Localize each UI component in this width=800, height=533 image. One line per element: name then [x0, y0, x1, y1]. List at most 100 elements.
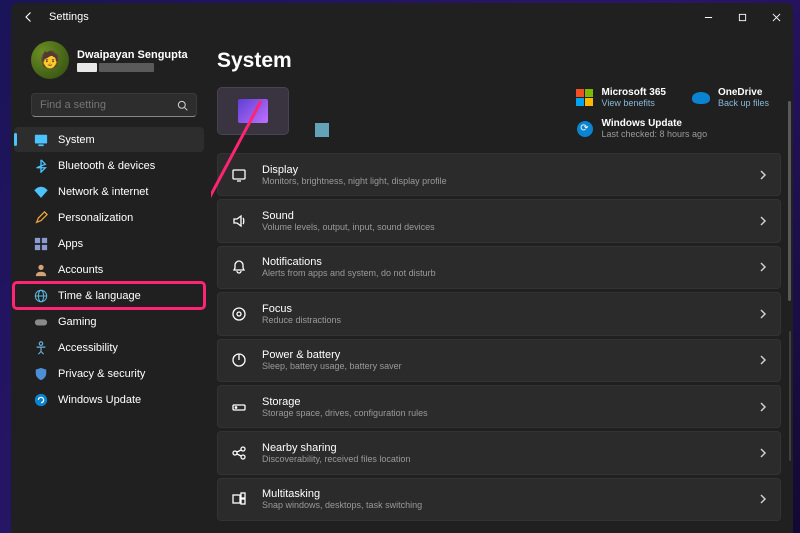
microsoft-logo-icon — [576, 89, 594, 107]
sidebar-item-personalization[interactable]: Personalization — [14, 205, 204, 230]
window-title: Settings — [49, 11, 89, 23]
globe-icon — [34, 289, 48, 303]
setting-row-multitasking[interactable]: MultitaskingSnap windows, desktops, task… — [217, 478, 781, 521]
titlebar: Settings — [11, 3, 793, 31]
setting-title: Nearby sharing — [262, 442, 744, 454]
setting-title: Storage — [262, 396, 744, 408]
sidebar-item-system[interactable]: System — [14, 127, 204, 152]
sidebar-item-privacy-security[interactable]: Privacy & security — [14, 361, 204, 386]
maximize-button[interactable] — [725, 3, 759, 31]
user-block[interactable]: 🧑 Dwaipayan Sengupta — [11, 37, 211, 87]
setting-row-notifications[interactable]: NotificationsAlerts from apps and system… — [217, 246, 781, 289]
hero-windowsupdate[interactable]: ⟳ Windows Update Last checked: 8 hours a… — [576, 118, 770, 139]
search-box[interactable] — [31, 93, 197, 117]
page-title: System — [217, 49, 769, 73]
bt-icon — [34, 159, 48, 173]
storage-icon — [230, 398, 248, 416]
chevron-right-icon — [758, 170, 768, 180]
display-icon — [230, 166, 248, 184]
sidebar-item-label: Time & language — [58, 290, 141, 302]
shield-icon — [34, 367, 48, 381]
sidebar-item-label: Privacy & security — [58, 368, 145, 380]
setting-desc: Storage space, drives, configuration rul… — [262, 408, 744, 418]
body: 🧑 Dwaipayan Sengupta System Bluetooth & d… — [11, 31, 793, 533]
sidebar-item-network-internet[interactable]: Network & internet — [14, 179, 204, 204]
chevron-right-icon — [758, 494, 768, 504]
setting-row-nearby-sharing[interactable]: Nearby sharingDiscoverability, received … — [217, 431, 781, 474]
scrollbar-track[interactable] — [789, 331, 791, 461]
setting-title: Sound — [262, 210, 744, 222]
setting-desc: Monitors, brightness, night light, displ… — [262, 176, 744, 186]
sidebar-item-label: Windows Update — [58, 394, 141, 406]
sidebar-item-label: System — [58, 134, 95, 146]
user-info: Dwaipayan Sengupta — [77, 49, 188, 72]
hero-right: Microsoft 365 View benefits OneDrive Bac… — [576, 87, 770, 139]
chevron-right-icon — [758, 448, 768, 458]
apps-icon — [34, 237, 48, 251]
titlebar-left: Settings — [23, 11, 89, 23]
setting-text: SoundVolume levels, output, input, sound… — [262, 210, 744, 232]
setting-row-storage[interactable]: StorageStorage space, drives, configurat… — [217, 385, 781, 428]
sidebar-item-accounts[interactable]: Accounts — [14, 257, 204, 282]
chevron-right-icon — [758, 402, 768, 412]
update-icon — [34, 393, 48, 407]
setting-desc: Snap windows, desktops, task switching — [262, 500, 744, 510]
chevron-right-icon — [758, 216, 768, 226]
hero-m365-title: Microsoft 365 — [602, 87, 666, 98]
scrollbar-thumb[interactable] — [788, 101, 791, 301]
sidebar-item-accessibility[interactable]: Accessibility — [14, 335, 204, 360]
sidebar-item-bluetooth-devices[interactable]: Bluetooth & devices — [14, 153, 204, 178]
device-preview[interactable] — [217, 87, 289, 135]
hero-onedrive-sub[interactable]: Back up files — [718, 98, 769, 108]
setting-title: Display — [262, 164, 744, 176]
hero-m365-sub[interactable]: View benefits — [602, 98, 666, 108]
windows-update-icon: ⟳ — [576, 120, 594, 138]
sidebar-item-label: Network & internet — [58, 186, 148, 198]
setting-row-power-battery[interactable]: Power & batterySleep, battery usage, bat… — [217, 339, 781, 382]
close-button[interactable] — [759, 3, 793, 31]
sidebar-item-windows-update[interactable]: Windows Update — [14, 387, 204, 412]
game-icon — [34, 315, 48, 329]
sidebar: 🧑 Dwaipayan Sengupta System Bluetooth & d… — [11, 31, 211, 533]
setting-text: FocusReduce distractions — [262, 303, 744, 325]
sidebar-item-label: Gaming — [58, 316, 97, 328]
setting-row-display[interactable]: DisplayMonitors, brightness, night light… — [217, 153, 781, 196]
setting-title: Notifications — [262, 256, 744, 268]
setting-title: Multitasking — [262, 488, 744, 500]
setting-desc: Alerts from apps and system, do not dist… — [262, 268, 744, 278]
setting-row-focus[interactable]: FocusReduce distractions — [217, 292, 781, 335]
hero-onedrive-title: OneDrive — [718, 87, 769, 98]
main-header: System — [211, 31, 793, 83]
search-icon — [177, 100, 188, 111]
back-icon[interactable] — [23, 11, 35, 23]
sidebar-item-time-language[interactable]: Time & language — [14, 283, 204, 308]
minimize-button[interactable] — [691, 3, 725, 31]
window-controls — [691, 3, 793, 31]
hero-microsoft365[interactable]: Microsoft 365 View benefits — [576, 87, 666, 108]
accent-color-icon — [315, 123, 329, 137]
hero-onedrive[interactable]: OneDrive Back up files — [692, 87, 769, 108]
onedrive-icon — [692, 89, 710, 107]
bell-icon — [230, 258, 248, 276]
sidebar-item-apps[interactable]: Apps — [14, 231, 204, 256]
sidebar-item-label: Bluetooth & devices — [58, 160, 155, 172]
hero-row: Microsoft 365 View benefits OneDrive Bac… — [211, 83, 793, 153]
sidebar-item-gaming[interactable]: Gaming — [14, 309, 204, 334]
🖥️-icon — [34, 133, 48, 147]
setting-row-sound[interactable]: SoundVolume levels, output, input, sound… — [217, 199, 781, 242]
sidebar-item-label: Apps — [58, 238, 83, 250]
setting-text: MultitaskingSnap windows, desktops, task… — [262, 488, 744, 510]
setting-desc: Volume levels, output, input, sound devi… — [262, 222, 744, 232]
person-icon — [34, 263, 48, 277]
setting-text: DisplayMonitors, brightness, night light… — [262, 164, 744, 186]
chevron-right-icon — [758, 355, 768, 365]
settings-window: Settings 🧑 Dwaipayan Sengupta — [11, 3, 793, 533]
user-name: Dwaipayan Sengupta — [77, 49, 188, 61]
search-input[interactable] — [40, 99, 170, 111]
setting-desc: Sleep, battery usage, battery saver — [262, 361, 744, 371]
setting-title: Focus — [262, 303, 744, 315]
focus-icon — [230, 305, 248, 323]
wifi-icon — [34, 185, 48, 199]
brush-icon — [34, 211, 48, 225]
settings-list: DisplayMonitors, brightness, night light… — [211, 153, 793, 533]
